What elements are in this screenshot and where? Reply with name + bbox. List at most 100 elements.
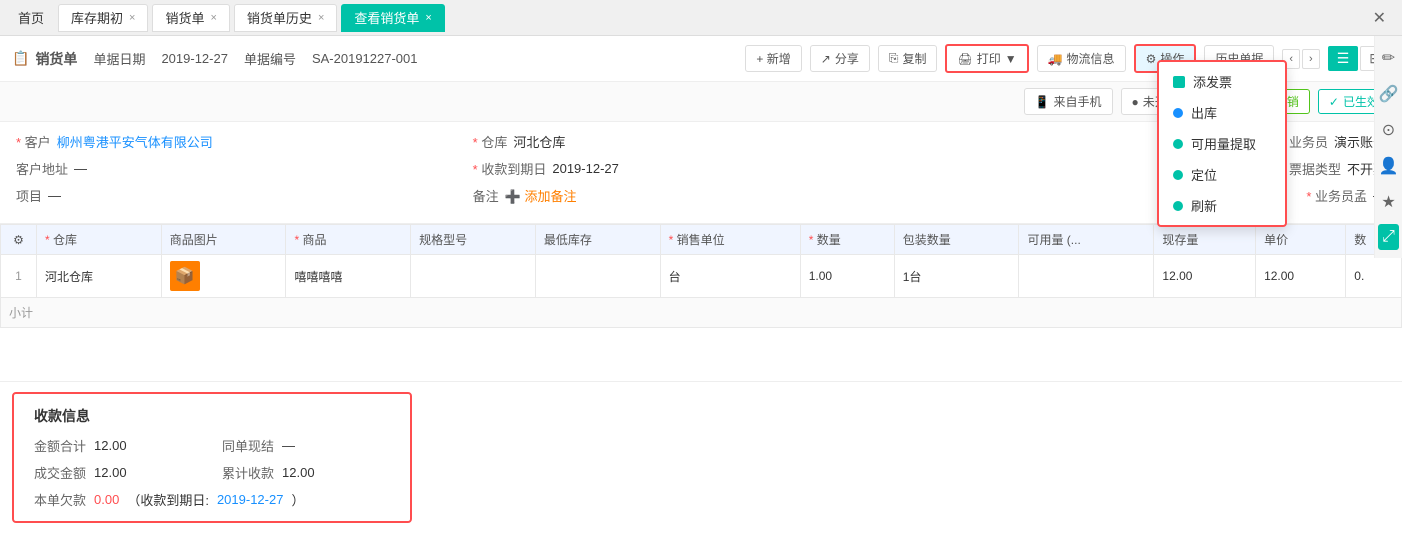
number-label: 单据编号 [244,49,296,68]
new-button[interactable]: + 新增 [745,45,801,72]
logistics-button[interactable]: 🚚 物流信息 [1037,45,1126,72]
print-icon: 🖨 [957,52,972,66]
row-unit: 台 [660,255,800,298]
row-product: 嘻嘻嘻嘻 [286,255,411,298]
salesperson2-label: 业务员孟 [1306,186,1367,205]
invoice-icon: ● [1132,95,1139,109]
from-phone-button[interactable]: 📱 来自手机 [1024,88,1113,115]
tab-home[interactable]: 首页 [8,4,54,32]
th-spec: 规格型号 [411,225,536,255]
sidebar-clock-icon[interactable]: ⊙ [1378,116,1399,144]
table-header-row: ⚙ 仓库 商品图片 商品 规格型号 最低库存 销售单位 数量 包装数量 可用量 … [1,225,1402,255]
share-icon: ↗ [821,52,831,66]
share-label: 分享 [835,50,859,67]
salesperson-label: 业务员 [1289,132,1328,151]
row-warehouse: 河北仓库 [37,255,162,298]
cumulative-label: 累计收款 [222,463,274,482]
menu-outbound[interactable]: 出库 [1159,97,1285,128]
transaction-row: 成交金额 12.00 [34,463,202,482]
document-title: 📋 销货单 [12,49,77,69]
th-available: 可用量 (... [1019,225,1154,255]
project-label: 项目 [16,186,42,205]
sidebar-edit-icon[interactable]: ✏ [1378,44,1399,72]
product-thumbnail: 📦 [170,261,200,291]
copy-button[interactable]: ⎘ 复制 [878,45,938,72]
print-button[interactable]: 🖨 打印 ▼ [945,44,1028,73]
due-value: 0.00 [94,492,119,507]
th-warehouse: 仓库 [37,225,162,255]
payment-grid: 金额合计 12.00 同单现结 — 成交金额 12.00 累计收款 12.00 [34,436,390,509]
menu-available-qty[interactable]: 可用量提取 [1159,128,1285,159]
bottom-area: 收款信息 金额合计 12.00 同单现结 — 成交金额 12.00 [0,382,1402,533]
locate-label: 定位 [1191,165,1217,184]
refresh-icon [1173,201,1183,211]
due-date-label: 收款到期日 [473,159,547,178]
tab-sales-close[interactable]: × [210,12,216,24]
number-value: SA-20191227-001 [312,51,418,66]
effective-check-icon: ✓ [1329,95,1339,109]
list-view-button[interactable]: ☰ [1328,46,1359,71]
tab-sales-history-close[interactable]: × [318,12,324,24]
logistics-label: 物流信息 [1067,50,1115,67]
th-min-stock: 最低库存 [535,225,660,255]
tab-view-sales-close[interactable]: × [425,12,431,24]
table-row: 1 河北仓库 📦 嘻嘻嘻嘻 台 1.00 1台 12.00 12.00 [1,255,1402,298]
document-actions: + 新增 ↗ 分享 ⎘ 复制 🖨 打印 ▼ 🚚 物流信息 [745,44,1390,73]
project-value: — [48,188,61,203]
th-stock: 现存量 [1154,225,1256,255]
operate-icon: ⚙ [1146,52,1157,66]
tab-view-sales[interactable]: 查看销货单 × [341,4,444,32]
copy-label: 复制 [902,50,926,67]
subtotal-label: 小计 [1,298,1402,328]
row-unit-price: 12.00 [1256,255,1346,298]
project-field: 项目 — [16,186,473,205]
available-qty-label: 可用量提取 [1191,134,1256,153]
sidebar-user-icon[interactable]: 👤 [1375,152,1402,180]
share-button[interactable]: ↗ 分享 [810,45,870,72]
document-icon: 📋 [12,50,29,67]
tab-sales[interactable]: 销货单 × [152,4,229,32]
th-product: 商品 [286,225,411,255]
from-phone-label: 来自手机 [1054,93,1102,110]
tab-sales-history[interactable]: 销货单历史 × [234,4,337,32]
subtotal-row: 小计 [1,298,1402,328]
tab-home-label: 首页 [18,8,44,27]
cumulative-value: 12.00 [282,465,315,480]
sidebar-star-icon[interactable]: ★ [1377,188,1399,216]
transaction-value: 12.00 [94,465,127,480]
window-close-button[interactable]: ✕ [1365,8,1394,28]
address-label: 客户地址 [16,159,68,178]
due-date-field: 收款到期日 2019-12-27 [473,159,930,178]
total-amount-value: 12.00 [94,438,127,453]
row-min-stock [535,255,660,298]
document-meta: 单据日期 2019-12-27 单据编号 SA-20191227-001 [93,49,417,68]
row-quantity: 1.00 [800,255,894,298]
note-label: 备注 [473,186,499,205]
sidebar-expand-icon[interactable]: ⤢ [1378,224,1399,250]
row-spec [411,255,536,298]
sidebar-link-icon[interactable]: 🔗 [1375,80,1402,108]
warehouse-value: 河北仓库 [513,132,565,151]
menu-add-invoice[interactable]: 添发票 [1159,66,1285,97]
customer-value[interactable]: 柳州粤港平安气体有限公司 [57,132,213,151]
customer-field: 客户 柳州粤港平安气体有限公司 [16,132,473,151]
warehouse-field: 仓库 河北仓库 [473,132,930,151]
menu-locate[interactable]: 定位 [1159,159,1285,190]
menu-refresh[interactable]: 刷新 [1159,190,1285,221]
print-dropdown-icon: ▼ [1005,52,1017,66]
outbound-icon [1173,108,1183,118]
total-amount-label: 金额合计 [34,436,86,455]
payment-title: 收款信息 [34,406,390,426]
tab-inventory-close[interactable]: × [129,12,135,24]
th-image: 商品图片 [161,225,286,255]
th-pack-qty: 包装数量 [894,225,1019,255]
th-settings[interactable]: ⚙ [1,225,37,255]
phone-icon: 📱 [1035,95,1050,109]
tab-inventory[interactable]: 库存期初 × [58,4,148,32]
cumulative-row: 累计收款 12.00 [222,463,390,482]
tab-bar: 首页 库存期初 × 销货单 × 销货单历史 × 查看销货单 × ✕ [0,0,1402,36]
address-value: — [74,161,87,176]
next-button[interactable]: › [1302,49,1320,69]
tab-inventory-label: 库存期初 [71,8,123,27]
add-note-button[interactable]: ➕ 添加备注 [505,186,577,205]
